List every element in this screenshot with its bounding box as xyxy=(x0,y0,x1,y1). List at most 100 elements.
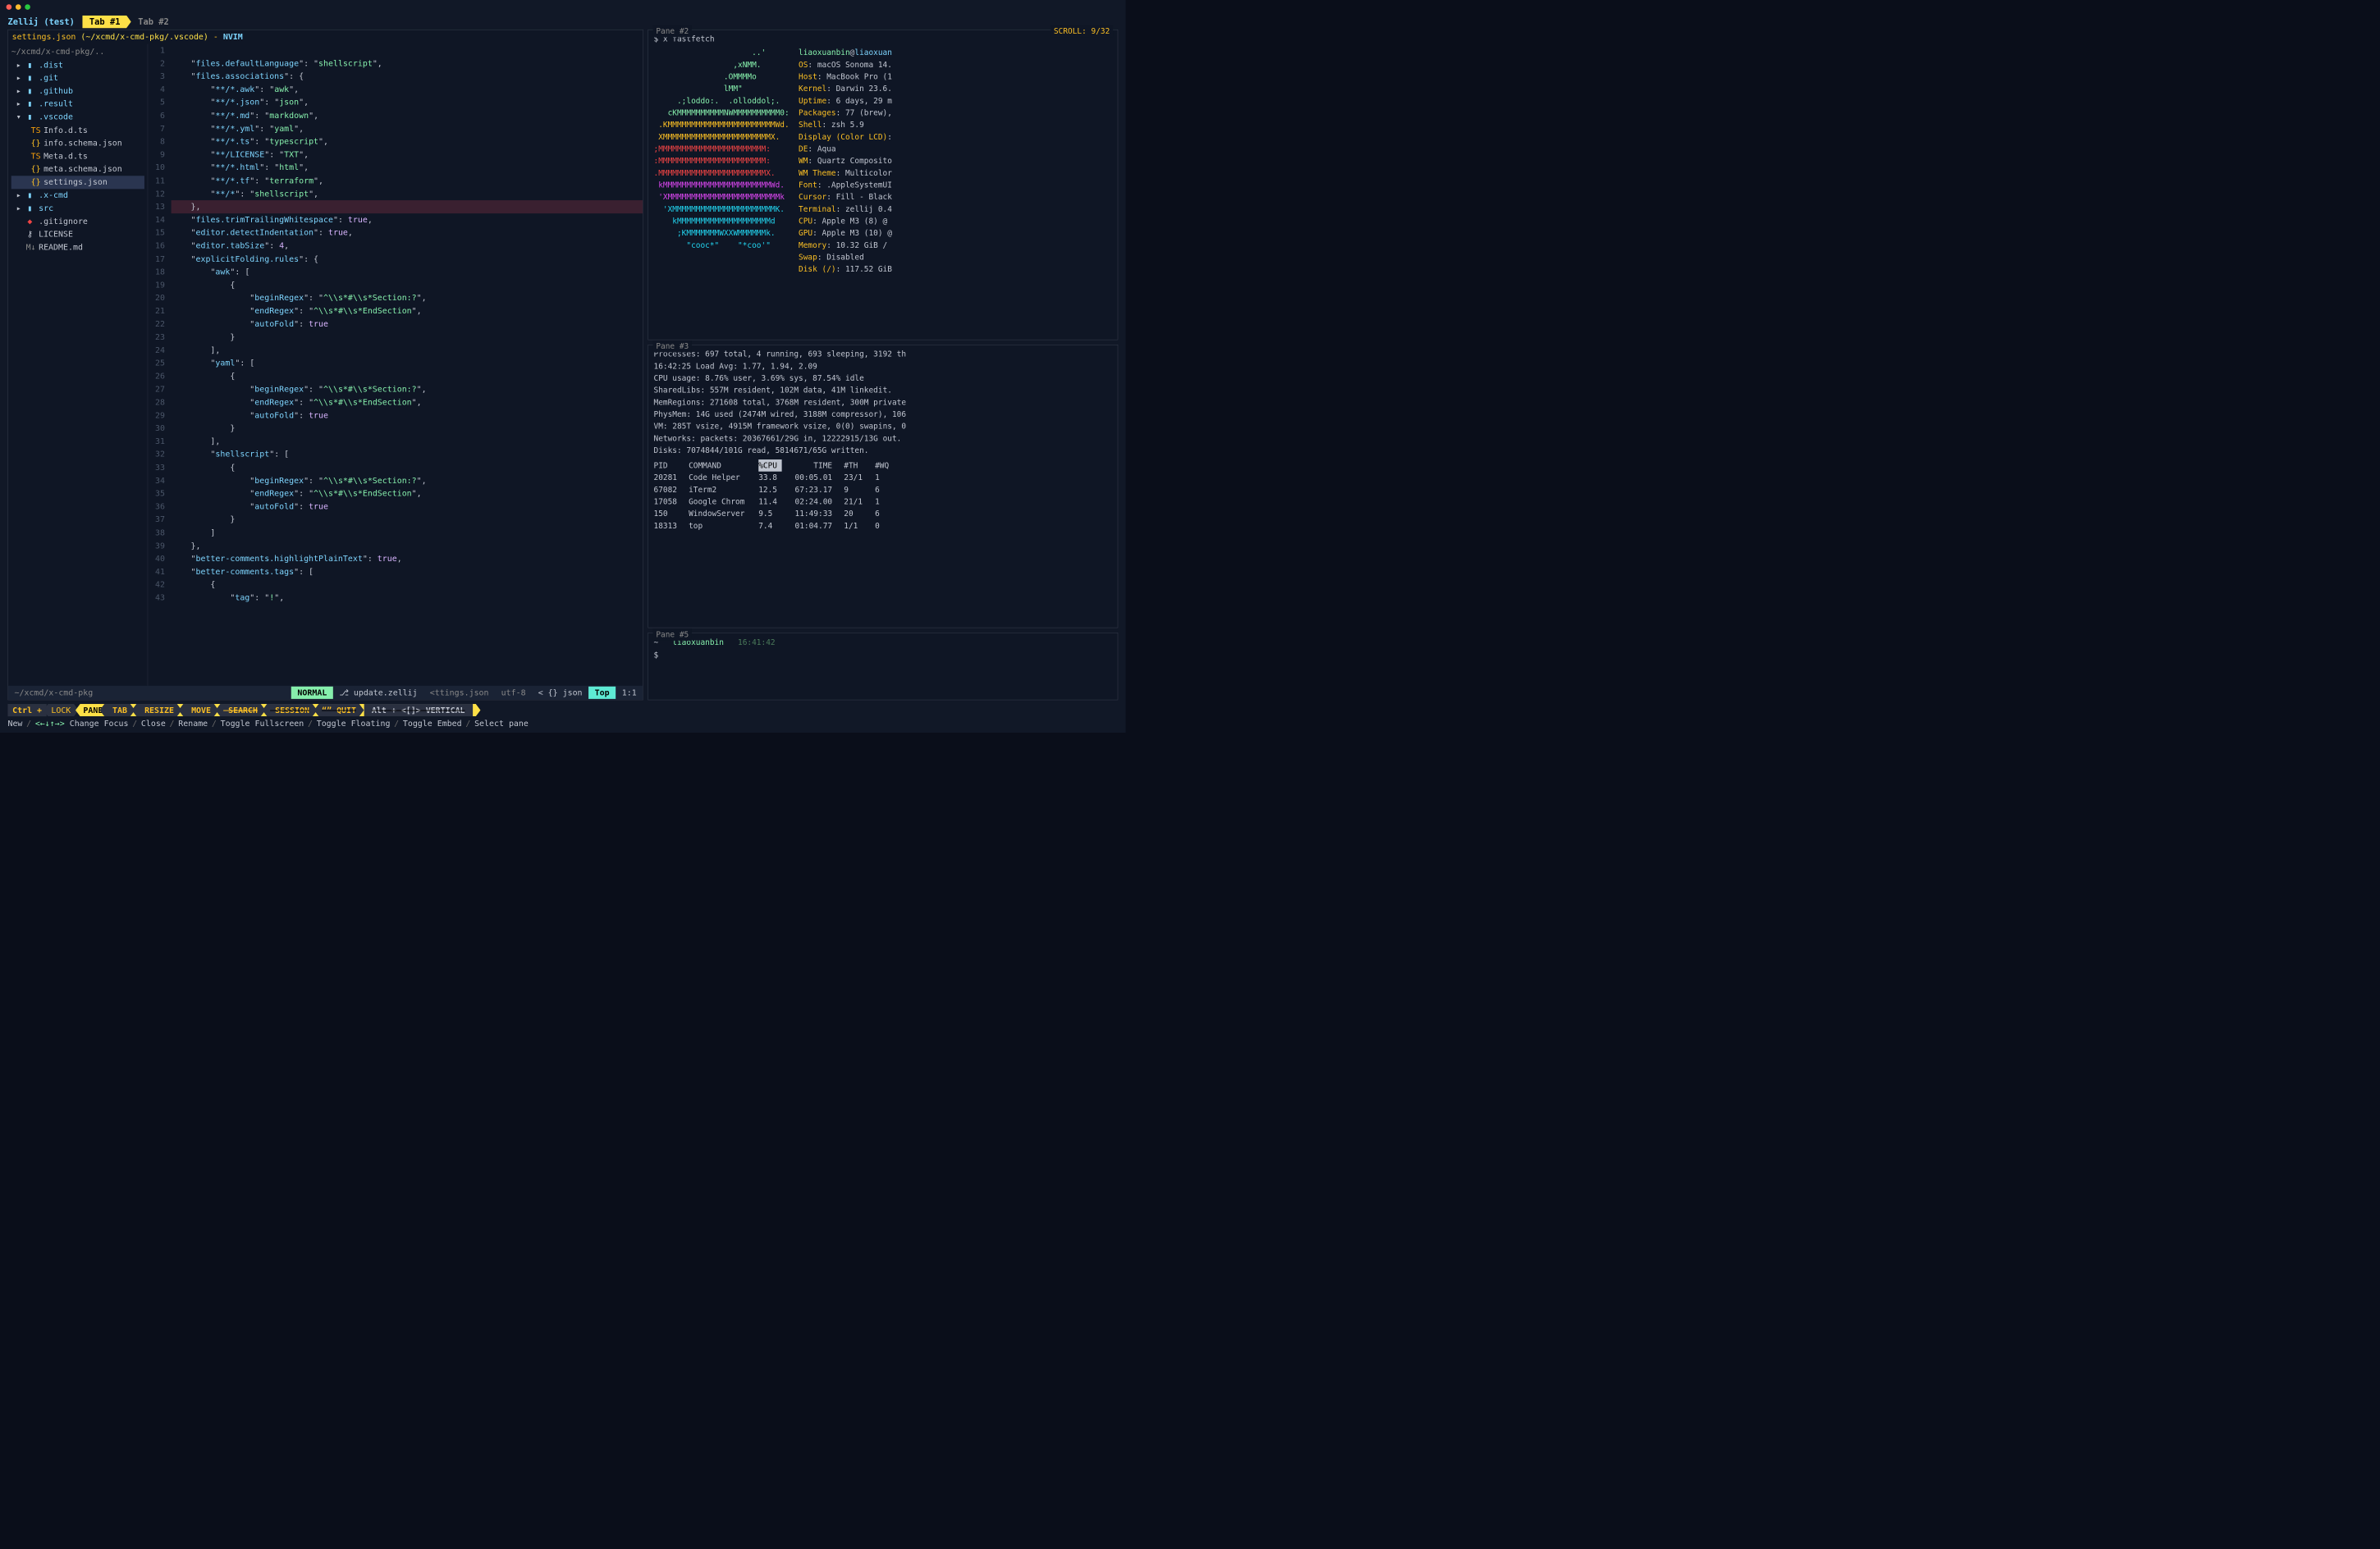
code-line[interactable]: { xyxy=(172,461,643,474)
pane-3[interactable]: Pane #3 Processes: 697 total, 4 running,… xyxy=(648,345,1118,628)
code-line[interactable]: "**/*.tf": "terraform", xyxy=(172,174,643,187)
pane-2[interactable]: Pane #2 SCROLL: 9/32 $ x fastfetch ..' ,… xyxy=(648,30,1118,340)
code-content[interactable]: "files.defaultLanguage": "shellscript", … xyxy=(172,43,643,685)
code-line[interactable]: } xyxy=(172,331,643,344)
mode-move[interactable]: MOVE xyxy=(179,704,219,716)
code-line[interactable]: ], xyxy=(172,435,643,448)
code-line[interactable]: "**/*.yml": "yaml", xyxy=(172,122,643,135)
code-line[interactable]: "**/*.md": "markdown", xyxy=(172,109,643,122)
code-line[interactable]: "better-comments.tags": [ xyxy=(172,565,643,578)
top-summary-line: MemRegions: 271608 total, 3768M resident… xyxy=(654,396,1113,409)
tree-root[interactable]: ~/xcmd/x-cmd-pkg/.. xyxy=(11,45,144,58)
code-line[interactable]: "files.trimTrailingWhitespace": true, xyxy=(172,213,643,226)
mode-lock[interactable]: LOCK xyxy=(43,704,79,716)
file-icon: {} xyxy=(31,176,39,189)
hint-close[interactable]: Close xyxy=(141,719,166,728)
terminal-window: Zellij (test) Tab #1 Tab #2 settings.jso… xyxy=(0,0,1126,733)
code-line[interactable]: { xyxy=(172,370,643,383)
minimize-icon[interactable] xyxy=(16,4,21,10)
mode-search[interactable]: SEARCH xyxy=(216,704,266,716)
mode-pane[interactable]: PANE TAB RESIZE MOVE SEARCH SESSION QUIT… xyxy=(76,704,480,716)
code-line[interactable]: "autoFold": true xyxy=(172,318,643,331)
tree-file-meta.schema.json[interactable]: {} meta.schema.json xyxy=(11,162,144,176)
code-line[interactable]: "endRegex": "^\\s*#\\s*EndSection", xyxy=(172,395,643,409)
code-area[interactable]: 1234567891011121314151617181920212223242… xyxy=(148,43,643,685)
code-line[interactable]: "beginRegex": "^\\s*#\\s*Section:?", xyxy=(172,291,643,304)
file-tree[interactable]: ~/xcmd/x-cmd-pkg/.. ▸ ▮ .dist ▸ ▮ .git ▸… xyxy=(8,43,148,685)
hint-change-focus[interactable]: <←↓↑→> Change Focus xyxy=(35,719,129,728)
close-icon[interactable] xyxy=(7,4,12,10)
tree-file-settings.json[interactable]: {} settings.json xyxy=(11,176,144,189)
code-line[interactable]: { xyxy=(172,278,643,291)
code-line[interactable]: "**/*.json": "json", xyxy=(172,96,643,109)
code-line[interactable]: "yaml": [ xyxy=(172,357,643,370)
hint-sep: / xyxy=(132,719,137,728)
code-line[interactable]: "shellscript": [ xyxy=(172,448,643,461)
tree-file-.gitignore[interactable]: ◆ .gitignore xyxy=(11,215,144,228)
code-line[interactable]: "files.defaultLanguage": "shellscript", xyxy=(172,57,643,70)
code-line[interactable]: } xyxy=(172,422,643,435)
code-line[interactable]: "endRegex": "^\\s*#\\s*EndSection", xyxy=(172,487,643,500)
mode-resize[interactable]: RESIZE xyxy=(132,704,182,716)
mode-quit[interactable]: QUIT xyxy=(314,704,364,716)
code-line[interactable]: "tag": "!", xyxy=(172,592,643,605)
code-line[interactable]: "awk": [ xyxy=(172,266,643,279)
code-line[interactable]: { xyxy=(172,578,643,592)
line-numbers: 1234567891011121314151617181920212223242… xyxy=(148,43,171,685)
tab-2[interactable]: Tab #2 xyxy=(131,16,176,29)
pane-5[interactable]: Pane #5 ~ liaoxuanbin 16:41:42 $ xyxy=(648,633,1118,701)
hint-toggle-floating[interactable]: Toggle Floating xyxy=(317,719,391,728)
code-line[interactable]: "editor.detectIndentation": true, xyxy=(172,226,643,240)
top-summary-line: Disks: 7074844/101G read, 5814671/65G wr… xyxy=(654,445,1113,457)
tree-file-info.schema.json[interactable]: {} info.schema.json xyxy=(11,137,144,150)
code-line[interactable]: "beginRegex": "^\\s*#\\s*Section:?", xyxy=(172,383,643,396)
logo-line: .KMMMMMMMMMMMMMMMMMMMMMMMWd. xyxy=(654,119,790,131)
maximize-icon[interactable] xyxy=(25,4,30,10)
code-line[interactable]: "beginRegex": "^\\s*#\\s*Section:?", xyxy=(172,474,643,487)
hint-new[interactable]: New xyxy=(7,719,22,728)
tree-file-README.md[interactable]: M↓ README.md xyxy=(11,241,144,254)
tree-dir-.x-cmd[interactable]: ▸ ▮ .x-cmd xyxy=(11,189,144,202)
code-line[interactable]: "editor.tabSize": 4, xyxy=(172,240,643,253)
mode-session[interactable]: SESSION xyxy=(263,704,318,716)
code-line[interactable]: "**/*.awk": "awk", xyxy=(172,83,643,96)
tree-file-Meta.d.ts[interactable]: TS Meta.d.ts xyxy=(11,149,144,162)
code-line[interactable] xyxy=(172,43,643,57)
code-line[interactable]: "**/*.html": "html", xyxy=(172,161,643,174)
tree-file-LICENSE[interactable]: ⚷ LICENSE xyxy=(11,228,144,241)
tab-1[interactable]: Tab #1 xyxy=(82,16,130,29)
hint-sep: / xyxy=(212,719,217,728)
mode-tab[interactable]: TAB xyxy=(100,704,135,716)
hint-toggle-embed[interactable]: Toggle Embed xyxy=(403,719,462,728)
logo-line: "cooc*" "*coo'" xyxy=(654,239,790,251)
code-line[interactable]: "**/LICENSE": "TXT", xyxy=(172,149,643,162)
code-line[interactable]: } xyxy=(172,513,643,526)
code-line[interactable]: "**/*": "shellscript", xyxy=(172,187,643,200)
tree-dir-.result[interactable]: ▸ ▮ .result xyxy=(11,98,144,111)
hint-rename[interactable]: Rename xyxy=(178,719,208,728)
hint-toggle-fullscreen[interactable]: Toggle Fullscreen xyxy=(221,719,304,728)
tree-dir-.git[interactable]: ▸ ▮ .git xyxy=(11,71,144,85)
tree-dir-src[interactable]: ▸ ▮ src xyxy=(11,202,144,215)
tree-file-Info.d.ts[interactable]: TS Info.d.ts xyxy=(11,124,144,137)
tree-dir-.dist[interactable]: ▸ ▮ .dist xyxy=(11,58,144,71)
code-line[interactable]: "endRegex": "^\\s*#\\s*EndSection", xyxy=(172,304,643,318)
code-line[interactable]: ], xyxy=(172,344,643,357)
code-line[interactable]: ] xyxy=(172,526,643,539)
pane-5-prompt[interactable]: $ xyxy=(654,648,1113,660)
code-line[interactable]: "**/*.ts": "typescript", xyxy=(172,135,643,149)
status-branch: ⎇ update.zellij xyxy=(333,687,423,699)
code-line[interactable]: }, xyxy=(172,539,643,552)
tree-dir-.vscode[interactable]: ▾ ▮ .vscode xyxy=(11,111,144,124)
code-line[interactable]: }, xyxy=(172,200,643,213)
code-line[interactable]: "files.associations": { xyxy=(172,70,643,83)
code-line[interactable]: "autoFold": true xyxy=(172,409,643,422)
tree-dir-.github[interactable]: ▸ ▮ .github xyxy=(11,85,144,98)
ff-user-host: liaoxuanbin@liaoxuan xyxy=(799,47,1112,59)
code-line[interactable]: "autoFold": true xyxy=(172,500,643,514)
code-line[interactable]: "better-comments.highlightPlainText": tr… xyxy=(172,552,643,565)
line-number: 40 xyxy=(148,552,165,565)
line-number: 22 xyxy=(148,318,165,331)
hint-select-pane[interactable]: Select pane xyxy=(474,719,529,728)
code-line[interactable]: "explicitFolding.rules": { xyxy=(172,253,643,266)
